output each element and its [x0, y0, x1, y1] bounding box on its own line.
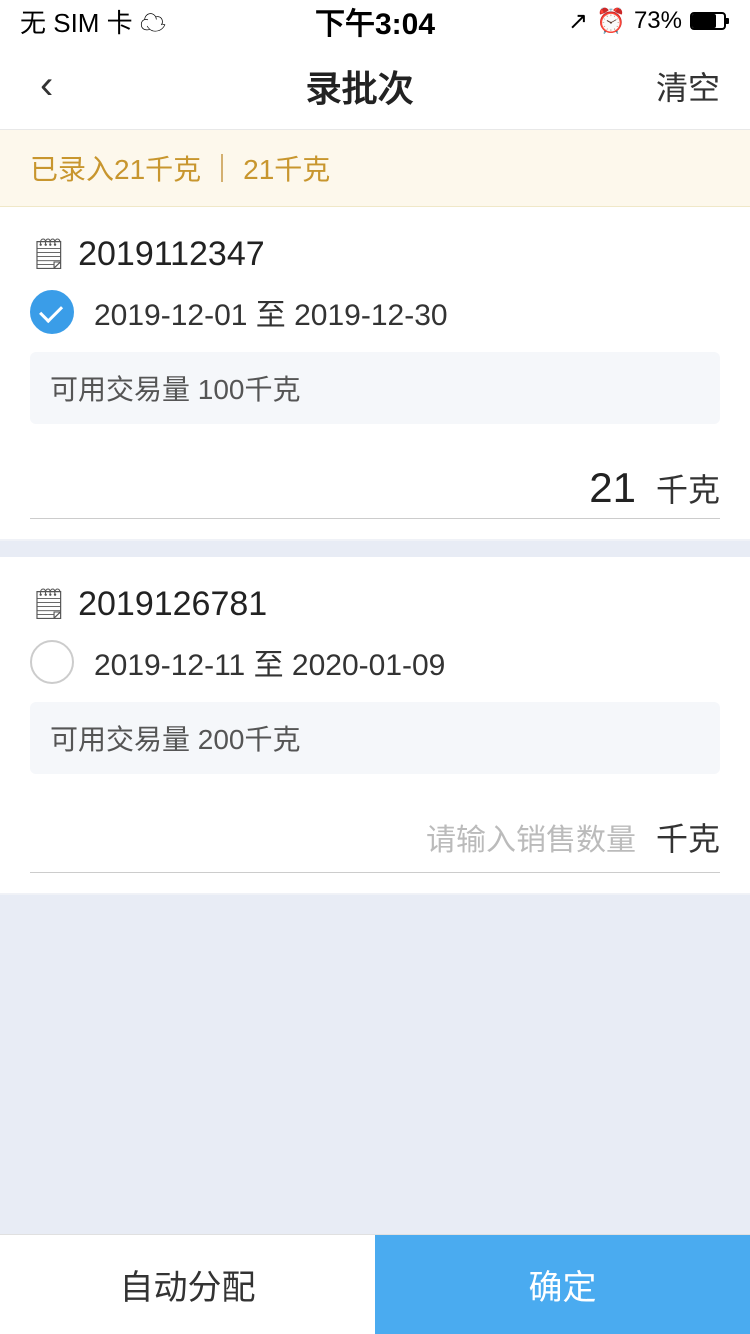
page-title: 录批次	[306, 60, 414, 112]
section-divider	[0, 541, 750, 557]
batch-1-quantity-row: 21 千克	[30, 444, 720, 512]
status-left: 无 SIM 卡 ☁	[20, 3, 166, 40]
sim-label: 无 SIM 卡 ☁	[20, 3, 166, 40]
doc-icon-2: 🗒	[30, 587, 68, 622]
info-banner: 已录入21千克 21千克	[0, 130, 750, 207]
batch-2-date: 2019-12-11 至 2020-01-09	[94, 640, 445, 684]
nav-bar: ‹ 录批次 清空	[0, 42, 750, 130]
batch-1-radio[interactable]	[30, 290, 74, 334]
batch-1-quantity-value: 21	[589, 464, 636, 512]
batch-2-radio[interactable]	[30, 640, 74, 684]
bottom-bar: 自动分配 确定	[0, 1234, 750, 1334]
battery-icon	[690, 10, 730, 32]
batch-1-id: 2019112347	[78, 235, 265, 274]
recorded-amount: 已录入21千克	[30, 148, 201, 188]
batch-2-row: 2019-12-11 至 2020-01-09	[30, 640, 720, 684]
status-bar: 无 SIM 卡 ☁ 下午3:04 ↗ ⏰ 73%	[0, 0, 750, 42]
batch-1-card: 🗒 2019112347 2019-12-01 至 2019-12-30 可用交…	[0, 207, 750, 539]
batch-2-card: 🗒 2019126781 2019-12-11 至 2020-01-09 可用交…	[0, 557, 750, 893]
batch-1-row: 2019-12-01 至 2019-12-30	[30, 290, 720, 334]
batch-2-header: 🗒 2019126781	[30, 585, 720, 624]
location-icon: ↗	[568, 7, 588, 36]
batch-2-quantity-unit: 千克	[656, 814, 720, 860]
status-right: ↗ ⏰ 73%	[568, 7, 730, 36]
confirm-button[interactable]: 确定	[375, 1235, 750, 1334]
clear-button[interactable]: 清空	[656, 63, 720, 109]
banner-divider	[221, 154, 223, 182]
batch-1-header: 🗒 2019112347	[30, 235, 720, 274]
status-time: 下午3:04	[315, 0, 435, 43]
batch-2-id: 2019126781	[78, 585, 267, 624]
batch-2-avail: 可用交易量 200千克	[30, 702, 720, 774]
battery-label: 73%	[634, 7, 682, 35]
doc-icon-1: 🗒	[30, 237, 68, 272]
batch-1-underline	[30, 518, 720, 519]
alarm-icon: ⏰	[596, 7, 626, 36]
back-button[interactable]: ‹	[30, 53, 63, 118]
batch-1-quantity-unit: 千克	[656, 465, 720, 511]
total-amount: 21千克	[243, 148, 330, 188]
auto-distribute-button[interactable]: 自动分配	[0, 1235, 375, 1334]
batch-1-avail: 可用交易量 100千克	[30, 352, 720, 424]
batch-2-input-placeholder[interactable]: 请输入销售数量	[30, 815, 636, 859]
batch-1-date: 2019-12-01 至 2019-12-30	[94, 290, 448, 334]
batch-2-underline	[30, 872, 720, 873]
batch-2-input-row: 请输入销售数量 千克	[30, 794, 720, 866]
